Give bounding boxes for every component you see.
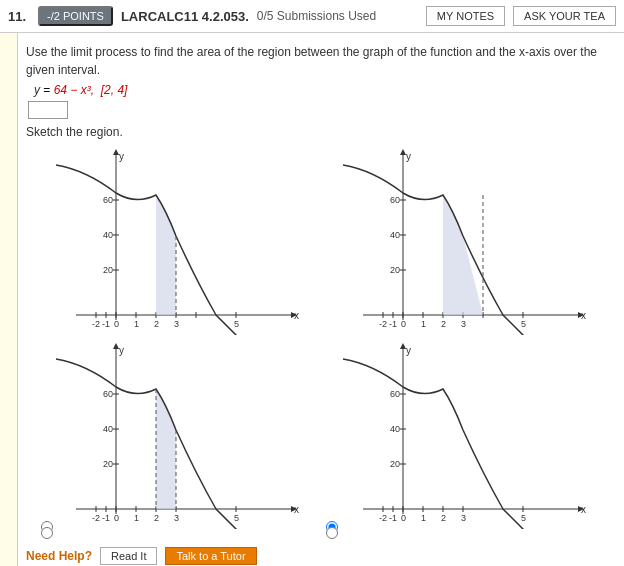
svg-text:1: 1 <box>134 513 139 523</box>
svg-text:-2: -2 <box>379 513 387 523</box>
answer-input-container <box>26 101 614 125</box>
svg-text:-1: -1 <box>389 319 397 329</box>
equation-line: y = 64 − x³, [2, 4] <box>34 83 614 97</box>
svg-text:-2: -2 <box>379 319 387 329</box>
graph-bottom-left: y x 60 40 20 -2 -1 0 1 <box>26 339 301 529</box>
svg-text:2: 2 <box>441 513 446 523</box>
svg-text:-1: -1 <box>389 513 397 523</box>
graphs-grid: y x 60 40 20 -2 -1 0 <box>26 145 596 529</box>
header-bar: 11. -/2 POINTS LARCALC11 4.2.053. 0/5 Su… <box>0 0 624 33</box>
svg-text:60: 60 <box>103 195 113 205</box>
read-it-button[interactable]: Read It <box>100 547 157 565</box>
svg-text:0: 0 <box>114 513 119 523</box>
svg-text:1: 1 <box>134 319 139 329</box>
svg-text:3: 3 <box>174 513 179 523</box>
svg-text:-2: -2 <box>92 513 100 523</box>
main-content: Use the limit process to find the area o… <box>18 33 624 566</box>
talk-to-tutor-button[interactable]: Talk to a Tutor <box>165 547 256 565</box>
svg-text:5: 5 <box>234 513 239 523</box>
need-help-label: Need Help? <box>26 549 92 563</box>
svg-text:2: 2 <box>441 319 446 329</box>
svg-text:x: x <box>294 504 299 515</box>
svg-text:x: x <box>581 310 586 321</box>
help-section: Need Help? Read It Talk to a Tutor <box>26 547 614 565</box>
page-layout: Use the limit process to find the area o… <box>0 33 624 566</box>
svg-text:20: 20 <box>390 459 400 469</box>
svg-text:3: 3 <box>461 319 466 329</box>
svg-text:2: 2 <box>154 513 159 523</box>
svg-text:40: 40 <box>390 230 400 240</box>
problem-id: LARCALC11 4.2.053. <box>121 9 249 24</box>
svg-text:-1: -1 <box>102 513 110 523</box>
svg-text:y: y <box>119 151 124 162</box>
svg-text:60: 60 <box>103 389 113 399</box>
svg-text:-2: -2 <box>92 319 100 329</box>
svg-text:y: y <box>406 151 411 162</box>
svg-text:60: 60 <box>390 389 400 399</box>
svg-text:x: x <box>581 504 586 515</box>
svg-text:1: 1 <box>421 513 426 523</box>
problem-number: 11. <box>8 9 26 24</box>
svg-text:20: 20 <box>103 459 113 469</box>
graph-bottom-right: y x 60 40 20 -2 -1 0 1 <box>313 339 588 529</box>
svg-text:x: x <box>294 310 299 321</box>
svg-text:y: y <box>406 345 411 356</box>
submissions-count: 0/5 Submissions Used <box>257 9 418 23</box>
svg-text:3: 3 <box>461 513 466 523</box>
graph-top-left: y x 60 40 20 -2 -1 0 <box>26 145 301 335</box>
svg-text:20: 20 <box>103 265 113 275</box>
svg-text:5: 5 <box>521 513 526 523</box>
svg-text:5: 5 <box>521 319 526 329</box>
ask-teacher-button[interactable]: ASK YOUR TEA <box>513 6 616 26</box>
svg-text:40: 40 <box>390 424 400 434</box>
points-badge[interactable]: -/2 POINTS <box>38 6 113 26</box>
sketch-label: Sketch the region. <box>26 125 614 139</box>
graph-top-right: y x 60 40 20 -2 -1 0 1 <box>313 145 588 335</box>
svg-text:5: 5 <box>234 319 239 329</box>
svg-text:20: 20 <box>390 265 400 275</box>
svg-text:40: 40 <box>103 424 113 434</box>
svg-text:0: 0 <box>401 513 406 523</box>
svg-text:y: y <box>119 345 124 356</box>
svg-text:-1: -1 <box>102 319 110 329</box>
svg-text:2: 2 <box>154 319 159 329</box>
answer-input[interactable] <box>28 101 68 119</box>
svg-text:40: 40 <box>103 230 113 240</box>
svg-text:1: 1 <box>421 319 426 329</box>
yellow-sidebar <box>0 33 18 566</box>
svg-text:3: 3 <box>174 319 179 329</box>
svg-text:60: 60 <box>390 195 400 205</box>
svg-text:0: 0 <box>401 319 406 329</box>
problem-instruction: Use the limit process to find the area o… <box>26 43 614 79</box>
my-notes-button[interactable]: MY NOTES <box>426 6 505 26</box>
svg-text:0: 0 <box>114 319 119 329</box>
